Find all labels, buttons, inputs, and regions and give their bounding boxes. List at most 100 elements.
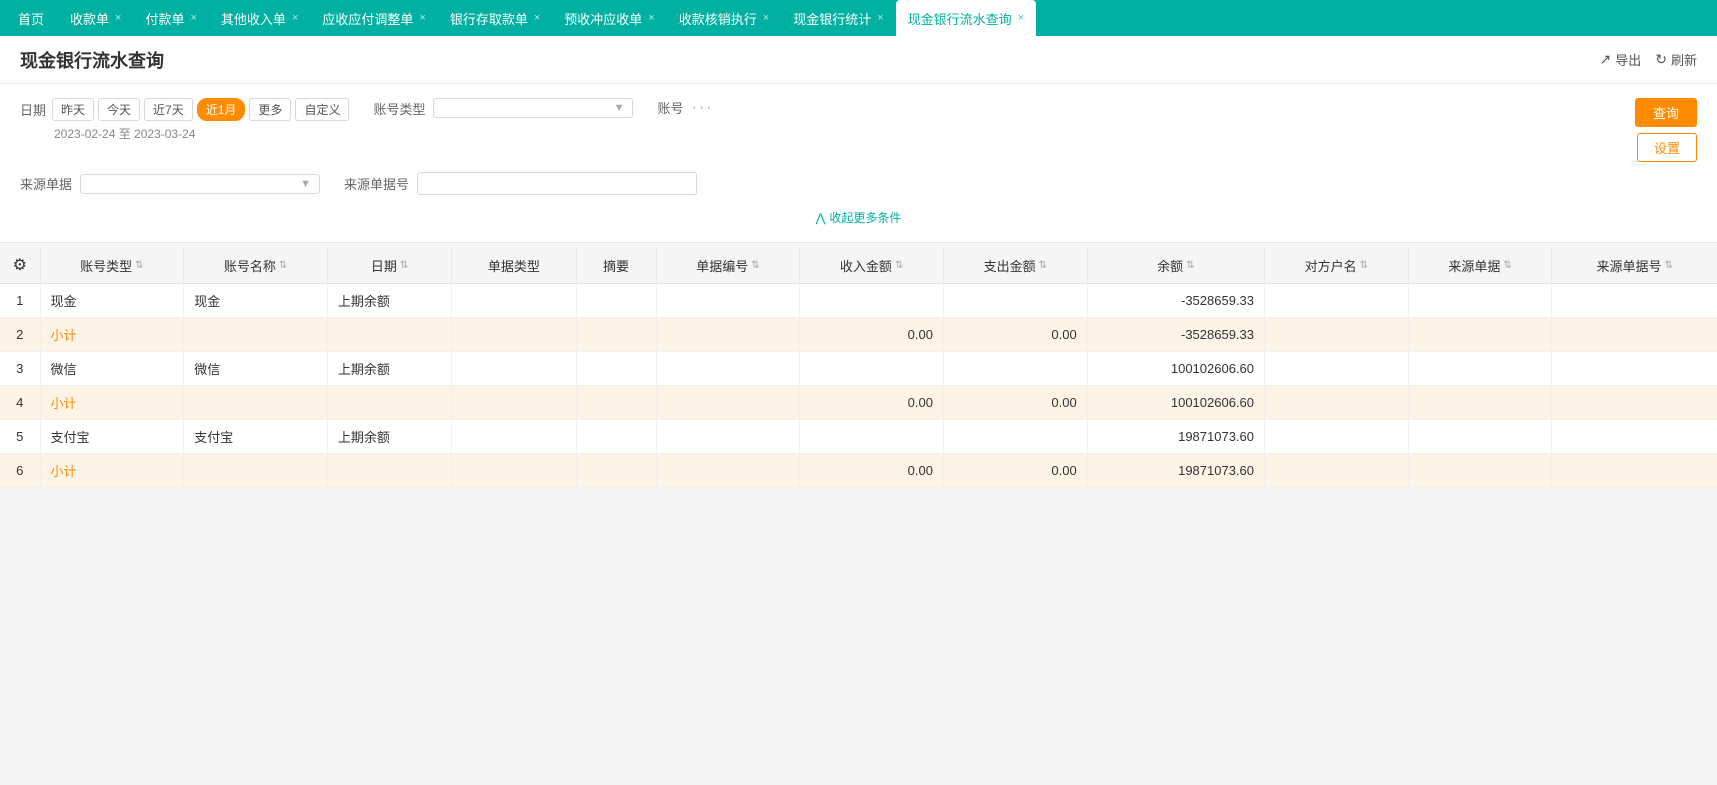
cell-account_name: 微信: [184, 352, 328, 386]
cell-source_doc_no: [1552, 318, 1717, 352]
sort-icon-expense: ⇅: [1039, 260, 1047, 271]
nav-tab-yinhangdan[interactable]: 银行存取款单 ×: [438, 0, 552, 36]
refresh-icon: ↻: [1655, 51, 1667, 68]
settings-button[interactable]: 设置: [1637, 133, 1697, 162]
table-header-row: ⚙ 账号类型 ⇅ 账号名称 ⇅ 日期: [0, 247, 1717, 284]
data-table-wrapper: ⚙ 账号类型 ⇅ 账号名称 ⇅ 日期: [0, 247, 1717, 488]
cell-date: [327, 318, 451, 352]
cell-account_name: 现金: [184, 284, 328, 318]
th-account-name[interactable]: 账号名称 ⇅: [184, 247, 328, 284]
cell-source_doc_no: [1552, 284, 1717, 318]
cell-doc_no: [656, 454, 800, 488]
cell-index: 3: [0, 352, 40, 386]
header-actions: ↗ 导出 ↻ 刷新: [1600, 50, 1698, 69]
close-tab-0-icon[interactable]: ×: [115, 12, 121, 24]
nav-tab-qitadan[interactable]: 其他收入单 ×: [209, 0, 310, 36]
nav-home[interactable]: 首页: [4, 9, 58, 28]
gear-settings-icon[interactable]: ⚙: [13, 257, 27, 274]
close-tab-3-icon[interactable]: ×: [419, 12, 425, 24]
table-row: 5支付宝支付宝上期余额19871073.60: [0, 420, 1717, 454]
close-tab-5-icon[interactable]: ×: [648, 12, 654, 24]
th-date[interactable]: 日期 ⇅: [327, 247, 451, 284]
source-doc-label: 来源单据: [20, 174, 72, 193]
close-tab-2-icon[interactable]: ×: [292, 12, 298, 24]
th-doc-no[interactable]: 单据编号 ⇅: [656, 247, 800, 284]
date-btn-more[interactable]: 更多: [249, 98, 291, 121]
th-account-type[interactable]: 账号类型 ⇅: [40, 247, 184, 284]
close-tab-1-icon[interactable]: ×: [190, 12, 196, 24]
cell-summary: [576, 284, 656, 318]
cell-source_doc: [1408, 352, 1552, 386]
cell-source_doc_no: [1552, 454, 1717, 488]
cell-doc_no: [656, 420, 800, 454]
source-doc-filter-group: 来源单据 ▼: [20, 174, 320, 194]
nav-tab-liushui[interactable]: 现金银行流水查询 ×: [896, 0, 1036, 36]
cell-date: 上期余额: [327, 352, 451, 386]
th-settings[interactable]: ⚙: [0, 247, 40, 284]
cell-expense: [943, 284, 1087, 318]
th-balance[interactable]: 余额 ⇅: [1087, 247, 1264, 284]
cell-balance: 19871073.60: [1087, 454, 1264, 488]
date-btn-7days[interactable]: 近7天: [144, 98, 193, 121]
date-btn-today[interactable]: 今天: [98, 98, 140, 121]
cell-counterpart: [1265, 318, 1409, 352]
cell-source_doc_no: [1552, 386, 1717, 420]
source-doc-no-input[interactable]: [417, 172, 697, 195]
account-filter-group: 账号 ···: [657, 98, 713, 117]
th-source-doc[interactable]: 来源单据 ⇅: [1408, 247, 1552, 284]
cell-summary: [576, 352, 656, 386]
cell-date: [327, 454, 451, 488]
nav-tab-shoukuandan[interactable]: 收款单 ×: [58, 0, 133, 36]
nav-tab-xianjintongji[interactable]: 现金银行统计 ×: [781, 0, 895, 36]
cell-source_doc: [1408, 420, 1552, 454]
date-btn-yesterday[interactable]: 昨天: [52, 98, 94, 121]
cell-doc_type: [452, 318, 576, 352]
close-tab-8-icon[interactable]: ×: [1018, 12, 1024, 24]
query-button[interactable]: 查询: [1635, 98, 1697, 127]
close-tab-6-icon[interactable]: ×: [763, 12, 769, 24]
date-btn-custom[interactable]: 自定义: [295, 98, 349, 121]
source-doc-select[interactable]: ▼: [80, 174, 320, 194]
cell-balance: 100102606.60: [1087, 352, 1264, 386]
cell-income: 0.00: [800, 318, 944, 352]
account-label: 账号: [657, 98, 683, 117]
cell-doc_no: [656, 386, 800, 420]
cell-index: 1: [0, 284, 40, 318]
date-btn-1month[interactable]: 近1月: [197, 98, 246, 121]
th-expense[interactable]: 支出金额 ⇅: [943, 247, 1087, 284]
cell-index: 5: [0, 420, 40, 454]
th-source-doc-no[interactable]: 来源单据号 ⇅: [1552, 247, 1717, 284]
export-button[interactable]: ↗ 导出: [1600, 50, 1642, 69]
cell-summary: [576, 454, 656, 488]
cell-source_doc_no: [1552, 352, 1717, 386]
date-filter-group: 日期 昨天 今天 近7天 近1月 更多 自定义 2023-02-24 至 202…: [20, 98, 349, 142]
cell-expense: 0.00: [943, 386, 1087, 420]
page-header: 现金银行流水查询 ↗ 导出 ↻ 刷新: [0, 36, 1717, 84]
th-income[interactable]: 收入金额 ⇅: [800, 247, 944, 284]
cell-source_doc: [1408, 386, 1552, 420]
cell-account_type: 现金: [40, 284, 184, 318]
refresh-button[interactable]: ↻ 刷新: [1655, 50, 1697, 69]
cell-account_type: 支付宝: [40, 420, 184, 454]
nav-tab-yushoudan[interactable]: 预收冲应收单 ×: [552, 0, 666, 36]
table-body: 1现金现金上期余额-3528659.332小计0.000.00-3528659.…: [0, 284, 1717, 488]
nav-tab-shoukuanhexiao[interactable]: 收款核销执行 ×: [667, 0, 781, 36]
nav-tab-yingshoudan[interactable]: 应收应付调整单 ×: [310, 0, 437, 36]
account-type-select[interactable]: ▼: [433, 98, 633, 118]
account-type-filter-group: 账号类型 ▼: [373, 98, 633, 118]
cell-income: [800, 284, 944, 318]
cell-expense: [943, 420, 1087, 454]
cell-account_name: 支付宝: [184, 420, 328, 454]
sort-icon-account-name: ⇅: [279, 260, 287, 271]
close-tab-4-icon[interactable]: ×: [534, 12, 540, 24]
account-more-icon[interactable]: ···: [691, 99, 713, 117]
cell-income: [800, 420, 944, 454]
sort-icon-account-type: ⇅: [135, 260, 143, 271]
cell-account_name: [184, 454, 328, 488]
th-counterpart[interactable]: 对方户名 ⇅: [1265, 247, 1409, 284]
collapse-filter-bar[interactable]: ⋀ 收起更多条件: [20, 203, 1697, 232]
close-tab-7-icon[interactable]: ×: [877, 12, 883, 24]
nav-tab-fukuandan[interactable]: 付款单 ×: [133, 0, 208, 36]
table-row: 1现金现金上期余额-3528659.33: [0, 284, 1717, 318]
cell-income: 0.00: [800, 386, 944, 420]
